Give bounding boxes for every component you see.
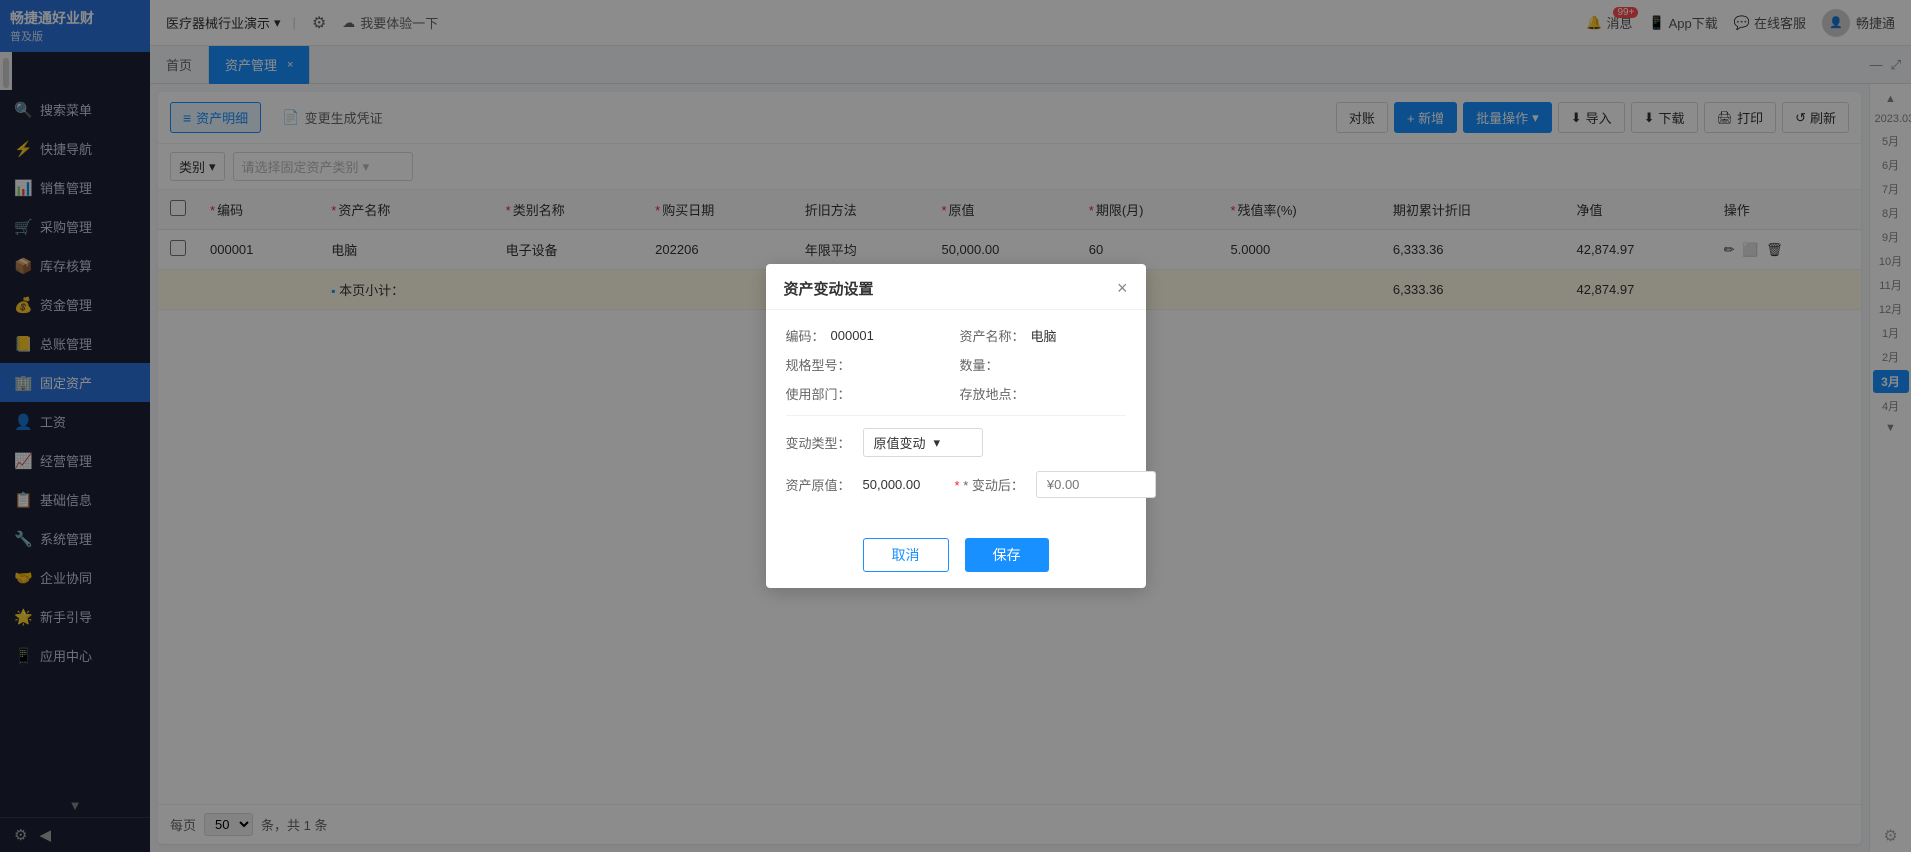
modal-title: 资产变动设置: [784, 278, 874, 299]
change-type-select[interactable]: 原值变动 ▾: [863, 428, 983, 457]
save-btn[interactable]: 保存: [965, 538, 1049, 572]
asset-name-label: 资产名称：: [960, 326, 1025, 345]
asset-name-value: 电脑: [1031, 326, 1057, 345]
modal-dept-field: 使用部门：: [786, 384, 952, 403]
modal-change-type-row: 变动类型： 原值变动 ▾: [786, 428, 1126, 457]
original-value-display: 50,000.00: [863, 477, 943, 492]
modal-values-row: 资产原值： 50,000.00 * * 变动后：: [786, 471, 1126, 498]
original-value-label: 资产原值：: [786, 475, 851, 494]
cancel-btn[interactable]: 取消: [863, 538, 949, 572]
modal-overlay: 资产变动设置 × 编码： 000001 资产名称： 电脑 规格型号：: [0, 0, 1911, 852]
modal-footer: 取消 保存: [766, 526, 1146, 588]
change-type-value: 原值变动: [874, 433, 926, 452]
quantity-label: 数量：: [960, 355, 999, 374]
modal-row-3: 使用部门： 存放地点：: [786, 384, 1126, 403]
modal-body: 编码： 000001 资产名称： 电脑 规格型号： 数量：: [766, 310, 1146, 526]
modal-spec-field: 规格型号：: [786, 355, 952, 374]
modal-location-field: 存放地点：: [960, 384, 1126, 403]
modal-divider: [786, 415, 1126, 416]
asset-change-modal: 资产变动设置 × 编码： 000001 资产名称： 电脑 规格型号：: [766, 264, 1146, 588]
change-type-chevron-icon: ▾: [934, 435, 941, 451]
modal-quantity-field: 数量：: [960, 355, 1126, 374]
modal-code-field: 编码： 000001: [786, 326, 952, 345]
change-type-label: 变动类型：: [786, 433, 851, 452]
after-change-label: * * 变动后：: [955, 475, 1024, 494]
spec-label: 规格型号：: [786, 355, 851, 374]
code-label: 编码：: [786, 326, 825, 345]
code-value: 000001: [831, 328, 874, 343]
modal-header: 资产变动设置 ×: [766, 264, 1146, 310]
modal-row-1: 编码： 000001 资产名称： 电脑: [786, 326, 1126, 345]
modal-row-2: 规格型号： 数量：: [786, 355, 1126, 374]
after-change-text: * 变动后：: [963, 478, 1024, 493]
location-label: 存放地点：: [960, 384, 1025, 403]
dept-label: 使用部门：: [786, 384, 851, 403]
after-change-input[interactable]: [1036, 471, 1156, 498]
modal-close-btn[interactable]: ×: [1117, 278, 1128, 299]
modal-name-field: 资产名称： 电脑: [960, 326, 1126, 345]
